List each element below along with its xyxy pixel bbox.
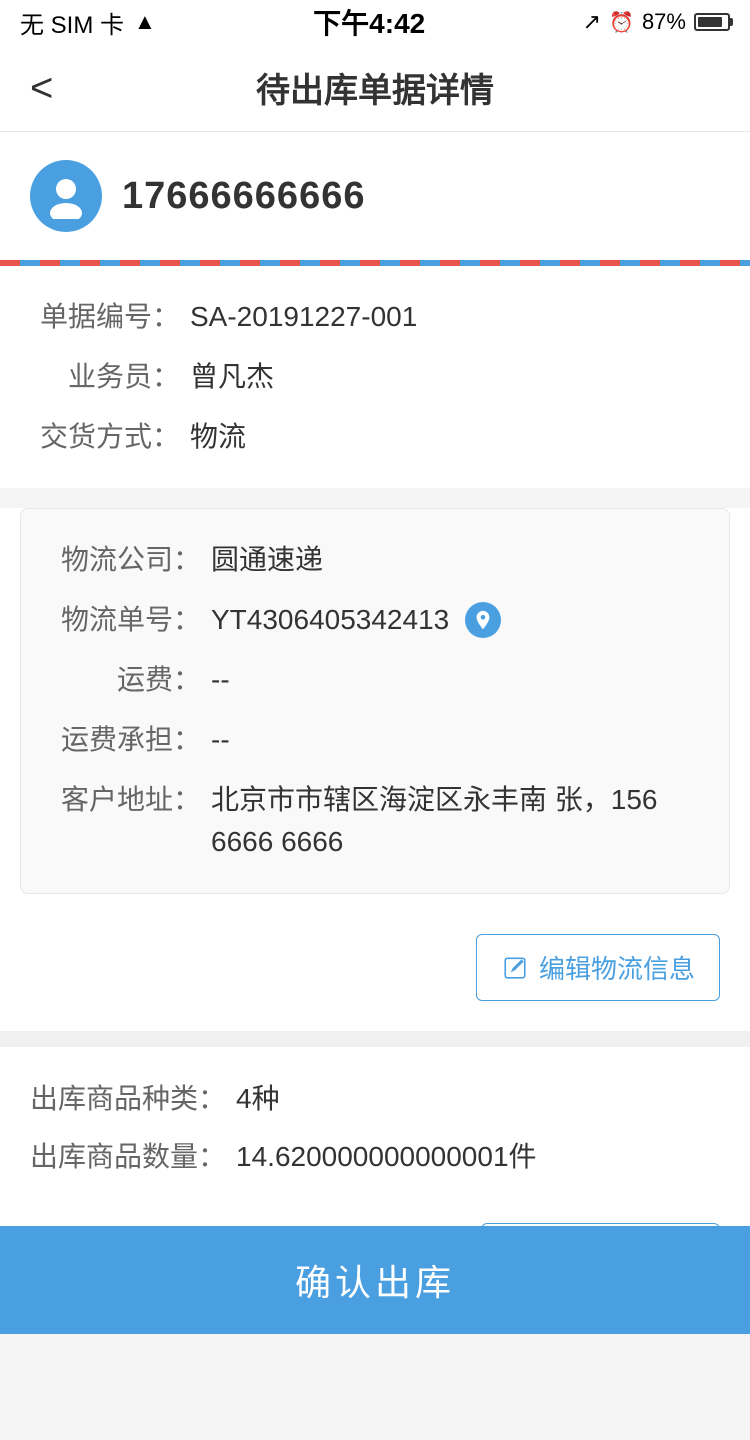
- confirm-button-label: 确认出库: [295, 1254, 455, 1306]
- status-left: 无 SIM 卡 ▲: [20, 5, 156, 40]
- location-status-icon: ↗: [583, 9, 601, 35]
- section-divider: [0, 1031, 750, 1047]
- salesperson-label: 业务员：: [30, 356, 190, 398]
- logistics-card: 物流公司： 圆通速递 物流单号： YT4306405342413 运费： --: [20, 508, 730, 894]
- edit-btn-row: 编辑物流信息: [0, 914, 750, 1021]
- customer-header: 17666666666: [0, 132, 750, 260]
- logistics-address-value: 北京市市辖区海淀区永丰南 张，156 6666 6666: [211, 779, 699, 863]
- logistics-tracking-label: 物流单号：: [51, 599, 211, 641]
- logistics-freight-row: 运费： --: [51, 659, 699, 701]
- alarm-icon: ⏰: [609, 10, 634, 35]
- logistics-tracking-value: YT4306405342413: [211, 599, 699, 641]
- confirm-bottom-bar[interactable]: 确认出库: [0, 1226, 750, 1334]
- order-number-value: SA-20191227-001: [190, 296, 720, 338]
- edit-logistics-label: 编辑物流信息: [539, 949, 695, 986]
- logistics-company-value: 圆通速递: [211, 539, 699, 581]
- nav-bar: < 待出库单据详情: [0, 44, 750, 132]
- delivery-row: 交货方式： 物流: [30, 416, 720, 458]
- logistics-freight-payer-label: 运费承担：: [51, 719, 211, 761]
- goods-quantity-value: 14.620000000000001件: [236, 1135, 537, 1175]
- avatar-icon: [43, 173, 89, 219]
- avatar: [30, 160, 102, 232]
- edit-icon: [501, 954, 529, 982]
- salesperson-row: 业务员： 曾凡杰: [30, 356, 720, 398]
- logistics-freight-payer-value: --: [211, 719, 699, 761]
- goods-type-row: 出库商品种类： 4种: [30, 1077, 720, 1117]
- carrier-text: 无 SIM 卡: [20, 5, 124, 40]
- back-button[interactable]: <: [30, 68, 53, 108]
- wifi-icon: ▲: [134, 9, 156, 35]
- logistics-company-label: 物流公司：: [51, 539, 211, 581]
- order-number-label: 单据编号：: [30, 296, 190, 338]
- customer-phone: 17666666666: [122, 175, 365, 218]
- goods-quantity-label: 出库商品数量：: [30, 1135, 236, 1175]
- battery-fill: [698, 17, 722, 27]
- edit-logistics-button[interactable]: 编辑物流信息: [476, 934, 720, 1001]
- nav-title: 待出库单据详情: [256, 63, 494, 112]
- battery-bar: [694, 13, 730, 31]
- order-number-row: 单据编号： SA-20191227-001: [30, 296, 720, 338]
- order-info-section: 单据编号： SA-20191227-001 业务员： 曾凡杰 交货方式： 物流: [0, 266, 750, 488]
- logistics-tracking-row: 物流单号： YT4306405342413: [51, 599, 699, 641]
- status-right: ↗ ⏰ 87%: [583, 9, 730, 35]
- salesperson-value: 曾凡杰: [190, 356, 720, 398]
- logistics-address-label: 客户地址：: [51, 779, 211, 821]
- status-bar: 无 SIM 卡 ▲ 下午4:42 ↗ ⏰ 87%: [0, 0, 750, 44]
- tracking-location-icon[interactable]: [465, 602, 501, 638]
- logistics-freight-payer-row: 运费承担： --: [51, 719, 699, 761]
- battery-percent: 87%: [642, 9, 686, 35]
- goods-section: 出库商品种类： 4种 出库商品数量： 14.620000000000001件: [0, 1047, 750, 1213]
- logistics-address-row: 客户地址： 北京市市辖区海淀区永丰南 张，156 6666 6666: [51, 779, 699, 863]
- delivery-label: 交货方式：: [30, 416, 190, 458]
- goods-type-value: 4种: [236, 1077, 280, 1117]
- status-time: 下午4:42: [313, 2, 425, 42]
- goods-quantity-row: 出库商品数量： 14.620000000000001件: [30, 1135, 720, 1175]
- goods-type-label: 出库商品种类：: [30, 1077, 236, 1117]
- logistics-freight-value: --: [211, 659, 699, 701]
- delivery-value: 物流: [190, 416, 720, 458]
- logistics-company-row: 物流公司： 圆通速递: [51, 539, 699, 581]
- logistics-freight-label: 运费：: [51, 659, 211, 701]
- logistics-wrapper: 物流公司： 圆通速递 物流单号： YT4306405342413 运费： --: [0, 508, 750, 1031]
